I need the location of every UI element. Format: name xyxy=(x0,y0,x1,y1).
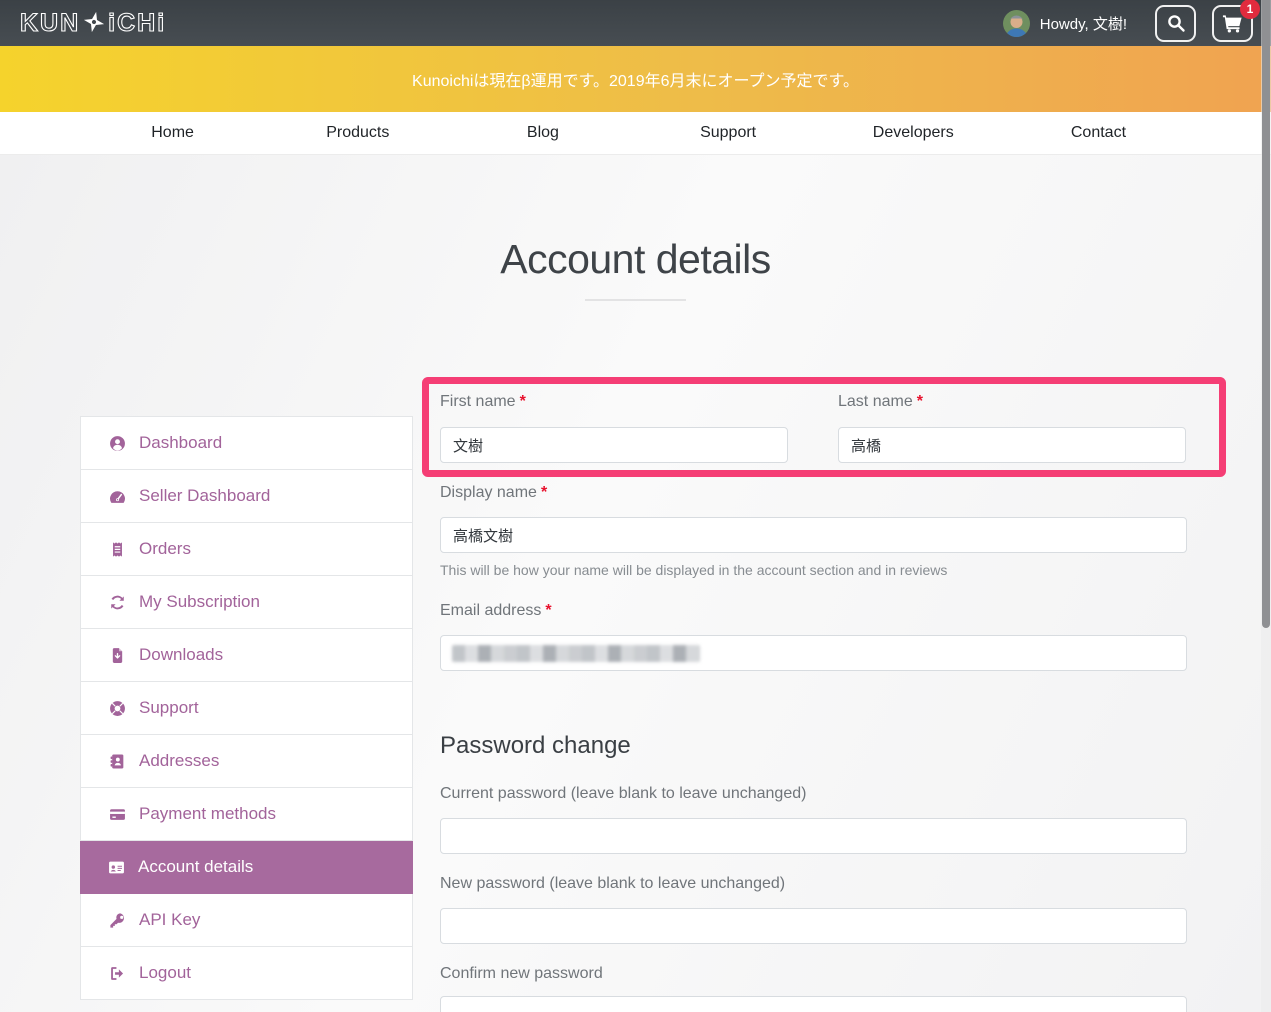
id-card-icon xyxy=(109,861,124,873)
sidebar-item-seller-dashboard[interactable]: Seller Dashboard xyxy=(81,470,412,523)
logo-text-left: KUN xyxy=(19,8,81,37)
key-icon xyxy=(110,912,125,928)
sync-icon xyxy=(111,595,124,609)
sidebar-item-label: Logout xyxy=(139,963,191,982)
scrollbar-track[interactable] xyxy=(1261,0,1271,1012)
receipt-icon xyxy=(113,541,122,557)
life-ring-icon xyxy=(110,700,125,716)
first-name-input[interactable] xyxy=(440,427,788,463)
account-details-form: First name* Last name* Display name* Thi… xyxy=(440,0,1187,1012)
sidebar-item-api-key[interactable]: API Key xyxy=(81,894,412,947)
user-circle-icon xyxy=(110,435,125,451)
logo-text-right: iCHi xyxy=(108,8,167,37)
account-details-page: KUN iCHi Howdy, 文樹! 1 Kunoichiは現在β運用です。2… xyxy=(0,0,1271,1012)
sign-out-icon xyxy=(111,966,124,980)
required-asterisk: * xyxy=(545,602,552,619)
sidebar-item-support[interactable]: Support xyxy=(81,682,412,735)
scrollbar-thumb[interactable] xyxy=(1262,0,1270,628)
redacted-email-value xyxy=(452,645,700,662)
sidebar-item-label: My Subscription xyxy=(139,592,260,611)
sidebar-item-payment-methods[interactable]: Payment methods xyxy=(81,788,412,841)
sidebar-item-label: Addresses xyxy=(139,751,220,770)
sidebar-item-label: Orders xyxy=(139,539,191,558)
last-name-input[interactable] xyxy=(838,427,1186,463)
current-password-input[interactable] xyxy=(440,818,1187,854)
sidebar-item-addresses[interactable]: Addresses xyxy=(81,735,412,788)
email-label: Email address * xyxy=(440,602,552,619)
sidebar-item-label: Dashboard xyxy=(139,433,223,452)
shuriken-icon xyxy=(84,11,105,33)
sidebar-item-my-subscription[interactable]: My Subscription xyxy=(81,576,412,629)
required-asterisk: * xyxy=(519,393,526,410)
display-name-label: Display name * xyxy=(440,484,548,501)
sidebar-item-label: API Key xyxy=(139,910,201,929)
sidebar-item-label: Seller Dashboard xyxy=(139,486,271,505)
password-change-heading: Password change xyxy=(440,732,631,759)
tachometer-icon xyxy=(110,490,125,503)
display-name-input[interactable] xyxy=(440,517,1187,553)
confirm-password-label: Confirm new password xyxy=(440,965,603,982)
new-password-input[interactable] xyxy=(440,908,1187,944)
sidebar-item-label: Payment methods xyxy=(139,804,277,823)
cart-icon xyxy=(1222,14,1242,32)
current-password-label: Current password (leave blank to leave u… xyxy=(440,785,807,802)
site-logo[interactable]: KUN iCHi xyxy=(19,8,167,38)
sidebar-item-logout[interactable]: Logout xyxy=(81,947,412,1000)
nav-item-products[interactable]: Products xyxy=(265,124,450,142)
account-sidebar: Dashboard Seller Dashboard Orders My Sub… xyxy=(80,416,413,1000)
credit-card-icon xyxy=(110,808,125,820)
sidebar-item-dashboard[interactable]: Dashboard xyxy=(81,417,412,470)
display-name-help: This will be how your name will be displ… xyxy=(440,562,948,578)
first-name-label: First name * xyxy=(440,393,526,410)
address-book-icon xyxy=(110,753,124,769)
required-asterisk: * xyxy=(540,484,548,501)
nav-item-home[interactable]: Home xyxy=(80,124,265,142)
required-asterisk: * xyxy=(916,393,923,410)
sidebar-item-label: Support xyxy=(139,698,199,717)
cart-button[interactable]: 1 xyxy=(1212,0,1260,42)
sidebar-item-downloads[interactable]: Downloads xyxy=(81,629,412,682)
new-password-label: New password (leave blank to leave uncha… xyxy=(440,875,786,892)
last-name-label: Last name * xyxy=(838,393,923,410)
sidebar-item-label: Account details xyxy=(138,857,254,876)
sidebar-item-orders[interactable]: Orders xyxy=(81,523,412,576)
confirm-password-input[interactable] xyxy=(440,996,1187,1012)
cart-count-badge: 1 xyxy=(1240,0,1260,19)
sidebar-item-account-details[interactable]: Account details xyxy=(80,841,413,894)
file-download-icon xyxy=(112,647,123,663)
sidebar-item-label: Downloads xyxy=(139,645,224,664)
